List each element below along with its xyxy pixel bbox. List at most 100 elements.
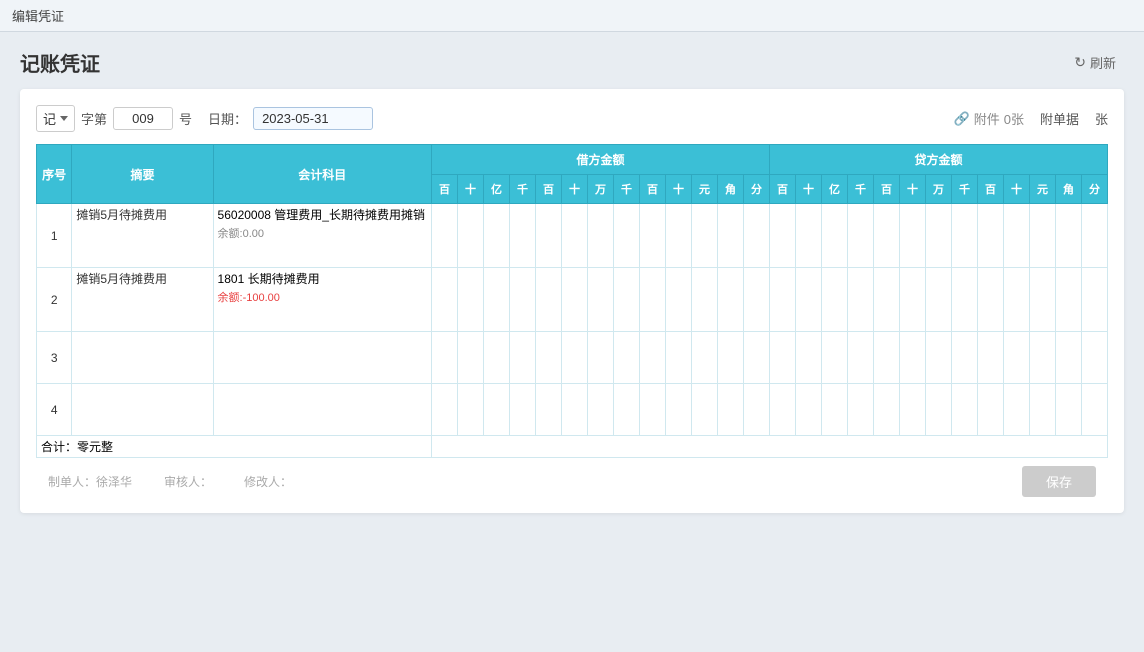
debit-amount-3-0[interactable] (431, 384, 457, 436)
debit-amount-0-9[interactable] (665, 204, 691, 268)
debit-amount-3-9[interactable] (665, 384, 691, 436)
credit-amount-2-0[interactable] (769, 332, 795, 384)
credit-amount-1-3[interactable] (847, 268, 873, 332)
debit-amount-0-6[interactable] (587, 204, 613, 268)
debit-amount-0-1[interactable] (457, 204, 483, 268)
credit-amount-0-12[interactable] (1081, 204, 1107, 268)
credit-amount-1-8[interactable] (977, 268, 1003, 332)
refresh-button[interactable]: ↻ 刷新 (1066, 49, 1124, 76)
debit-amount-0-2[interactable] (483, 204, 509, 268)
credit-amount-2-2[interactable] (821, 332, 847, 384)
credit-amount-3-3[interactable] (847, 384, 873, 436)
credit-amount-2-12[interactable] (1081, 332, 1107, 384)
credit-amount-2-8[interactable] (977, 332, 1003, 384)
debit-amount-2-1[interactable] (457, 332, 483, 384)
debit-amount-2-10[interactable] (691, 332, 717, 384)
credit-amount-3-5[interactable] (899, 384, 925, 436)
cell-summary-1[interactable]: 摊销5月待摊费用 (72, 268, 213, 332)
credit-amount-2-6[interactable] (925, 332, 951, 384)
credit-amount-3-8[interactable] (977, 384, 1003, 436)
debit-amount-1-6[interactable] (587, 268, 613, 332)
credit-amount-1-2[interactable] (821, 268, 847, 332)
voucher-number-input[interactable] (113, 107, 173, 130)
credit-amount-0-6[interactable] (925, 204, 951, 268)
debit-amount-2-9[interactable] (665, 332, 691, 384)
credit-amount-0-3[interactable] (847, 204, 873, 268)
credit-amount-1-7[interactable] (951, 268, 977, 332)
debit-amount-1-1[interactable] (457, 268, 483, 332)
credit-amount-0-2[interactable] (821, 204, 847, 268)
debit-amount-0-8[interactable] (639, 204, 665, 268)
debit-amount-2-4[interactable] (535, 332, 561, 384)
debit-amount-1-3[interactable] (509, 268, 535, 332)
credit-amount-3-10[interactable] (1029, 384, 1055, 436)
debit-amount-0-10[interactable] (691, 204, 717, 268)
debit-amount-3-3[interactable] (509, 384, 535, 436)
cell-account-1[interactable]: 1801 长期待摊费用余额:-100.00 (213, 268, 431, 332)
debit-amount-3-2[interactable] (483, 384, 509, 436)
debit-amount-0-12[interactable] (743, 204, 769, 268)
debit-amount-2-12[interactable] (743, 332, 769, 384)
credit-amount-2-7[interactable] (951, 332, 977, 384)
cell-summary-0[interactable]: 摊销5月待摊费用 (72, 204, 213, 268)
credit-amount-2-10[interactable] (1029, 332, 1055, 384)
credit-amount-2-1[interactable] (795, 332, 821, 384)
credit-amount-1-11[interactable] (1055, 268, 1081, 332)
debit-amount-2-3[interactable] (509, 332, 535, 384)
cell-summary-2[interactable] (72, 332, 213, 384)
credit-amount-1-12[interactable] (1081, 268, 1107, 332)
debit-amount-1-5[interactable] (561, 268, 587, 332)
debit-amount-2-2[interactable] (483, 332, 509, 384)
credit-amount-2-5[interactable] (899, 332, 925, 384)
debit-amount-1-8[interactable] (639, 268, 665, 332)
credit-amount-3-11[interactable] (1055, 384, 1081, 436)
credit-amount-0-1[interactable] (795, 204, 821, 268)
credit-amount-0-0[interactable] (769, 204, 795, 268)
debit-amount-2-7[interactable] (613, 332, 639, 384)
credit-amount-1-4[interactable] (873, 268, 899, 332)
debit-amount-3-10[interactable] (691, 384, 717, 436)
debit-amount-2-5[interactable] (561, 332, 587, 384)
save-button[interactable]: 保存 (1022, 466, 1096, 497)
credit-amount-3-2[interactable] (821, 384, 847, 436)
credit-amount-2-4[interactable] (873, 332, 899, 384)
credit-amount-1-5[interactable] (899, 268, 925, 332)
credit-amount-2-9[interactable] (1003, 332, 1029, 384)
credit-amount-3-0[interactable] (769, 384, 795, 436)
attachment-single[interactable]: 附单据 (1040, 109, 1079, 128)
credit-amount-3-9[interactable] (1003, 384, 1029, 436)
attachment-link[interactable]: 🔗 附件 0张 (954, 109, 1024, 128)
credit-amount-3-4[interactable] (873, 384, 899, 436)
debit-amount-3-8[interactable] (639, 384, 665, 436)
credit-amount-0-9[interactable] (1003, 204, 1029, 268)
debit-amount-1-11[interactable] (717, 268, 743, 332)
debit-amount-0-11[interactable] (717, 204, 743, 268)
cell-account-3[interactable] (213, 384, 431, 436)
debit-amount-2-8[interactable] (639, 332, 665, 384)
credit-amount-1-6[interactable] (925, 268, 951, 332)
debit-amount-1-12[interactable] (743, 268, 769, 332)
debit-amount-1-0[interactable] (431, 268, 457, 332)
debit-amount-2-11[interactable] (717, 332, 743, 384)
credit-amount-1-0[interactable] (769, 268, 795, 332)
credit-amount-1-1[interactable] (795, 268, 821, 332)
credit-amount-0-8[interactable] (977, 204, 1003, 268)
credit-amount-0-11[interactable] (1055, 204, 1081, 268)
debit-amount-3-12[interactable] (743, 384, 769, 436)
debit-amount-0-0[interactable] (431, 204, 457, 268)
credit-amount-3-7[interactable] (951, 384, 977, 436)
credit-amount-0-4[interactable] (873, 204, 899, 268)
credit-amount-3-6[interactable] (925, 384, 951, 436)
credit-amount-0-5[interactable] (899, 204, 925, 268)
debit-amount-3-5[interactable] (561, 384, 587, 436)
date-input[interactable] (253, 107, 373, 130)
debit-amount-1-9[interactable] (665, 268, 691, 332)
cell-account-2[interactable] (213, 332, 431, 384)
debit-amount-0-5[interactable] (561, 204, 587, 268)
debit-amount-3-6[interactable] (587, 384, 613, 436)
debit-amount-3-1[interactable] (457, 384, 483, 436)
debit-amount-1-7[interactable] (613, 268, 639, 332)
credit-amount-3-12[interactable] (1081, 384, 1107, 436)
credit-amount-3-1[interactable] (795, 384, 821, 436)
credit-amount-1-9[interactable] (1003, 268, 1029, 332)
